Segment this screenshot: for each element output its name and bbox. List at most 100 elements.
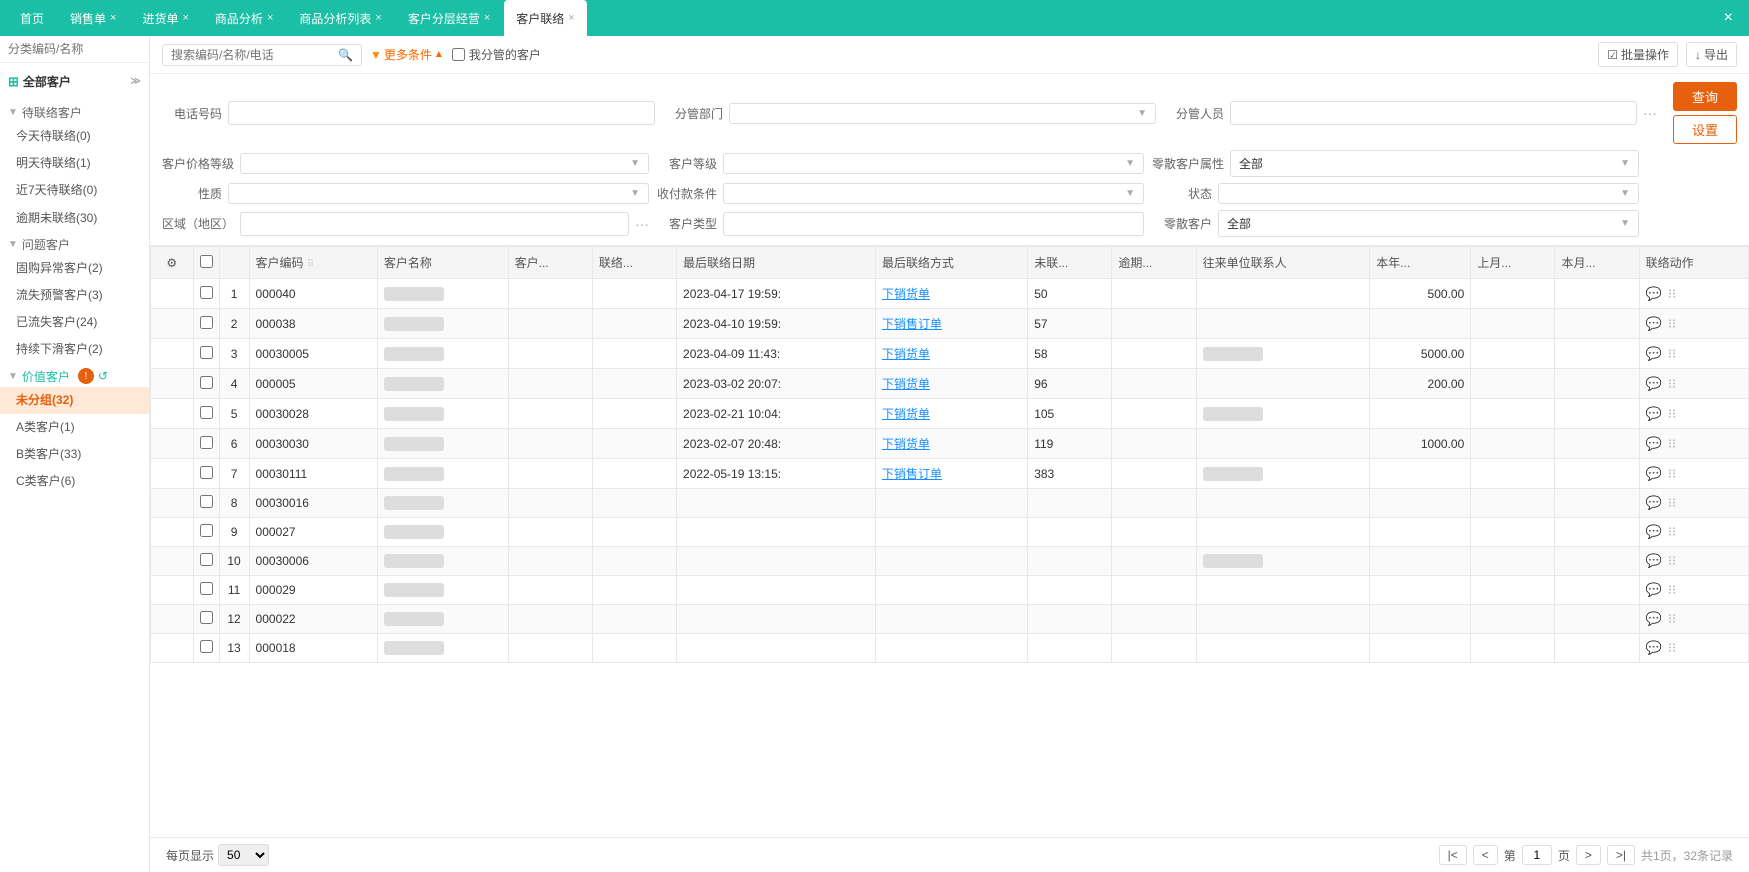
col-this-year[interactable]: 本年... [1370, 247, 1471, 279]
grid-action-icon[interactable]: ⁝⁝ [1668, 640, 1676, 656]
row-checkbox[interactable] [200, 406, 213, 419]
col-last-contact-method[interactable]: 最后联络方式 [875, 247, 1027, 279]
message-action-icon[interactable]: 💬 [1646, 553, 1662, 569]
contact-method-link[interactable]: 下销货单 [882, 407, 930, 421]
price-grade-select[interactable]: ▼ [240, 153, 649, 174]
message-action-icon[interactable]: 💬 [1646, 406, 1662, 422]
tab-home[interactable]: 首页 [8, 0, 56, 36]
grid-action-icon[interactable]: ⁝⁝ [1668, 346, 1676, 362]
pending-contact-label[interactable]: ▼ 待联络客户 [0, 100, 149, 123]
row-checkbox[interactable] [200, 582, 213, 595]
tab-customer-contact[interactable]: 客户联络 × [504, 0, 586, 36]
tab-sales[interactable]: 销售单 × [58, 0, 128, 36]
sidebar-item-churn-warning[interactable]: 流失预警客户(3) [0, 282, 149, 309]
more-conditions-btn[interactable]: ▼ 更多条件 ▲ [370, 46, 444, 63]
close-customer-contact-tab[interactable]: × [568, 12, 574, 24]
grid-action-icon[interactable]: ⁝⁝ [1668, 436, 1676, 452]
grid-action-icon[interactable]: ⁝⁝ [1668, 611, 1676, 627]
col-settings[interactable]: ⚙ [151, 247, 194, 279]
close-purchase-tab[interactable]: × [182, 12, 188, 24]
sidebar-item-today-pending[interactable]: 今天待联络(0) [0, 123, 149, 150]
row-checkbox[interactable] [200, 611, 213, 624]
retail-customer-select[interactable]: 全部 ▼ [1218, 210, 1639, 237]
payment-terms-select[interactable]: ▼ [723, 183, 1144, 204]
row-checkbox[interactable] [200, 640, 213, 653]
sidebar-item-unassigned[interactable]: 未分组(32) [0, 387, 149, 414]
tab-product-analysis[interactable]: 商品分析 × [203, 0, 285, 36]
message-action-icon[interactable]: 💬 [1646, 286, 1662, 302]
col-last-month[interactable]: 上月... [1471, 247, 1555, 279]
tab-customer-segment[interactable]: 客户分层经营 × [396, 0, 502, 36]
grid-action-icon[interactable]: ⁝⁝ [1668, 582, 1676, 598]
close-product-analysis-list-tab[interactable]: × [375, 12, 381, 24]
col-unit-contact[interactable]: 往来单位联系人 [1196, 247, 1370, 279]
contact-method-link[interactable]: 下销货单 [882, 287, 930, 301]
row-checkbox[interactable] [200, 346, 213, 359]
sidebar-item-churned[interactable]: 已流失客户(24) [0, 309, 149, 336]
sidebar-item-class-b[interactable]: B类客户(33) [0, 441, 149, 468]
grid-action-icon[interactable]: ⁝⁝ [1668, 553, 1676, 569]
contact-method-link[interactable]: 下销货单 [882, 377, 930, 391]
row-checkbox[interactable] [200, 524, 213, 537]
sidebar-item-class-a[interactable]: A类客户(1) [0, 414, 149, 441]
message-action-icon[interactable]: 💬 [1646, 582, 1662, 598]
page-size-select[interactable]: 50 20 100 [218, 844, 269, 866]
col-no-contact[interactable]: 未联... [1028, 247, 1112, 279]
contact-method-link[interactable]: 下销货单 [882, 437, 930, 451]
value-customer-label[interactable]: ▼ 价值客户 ! ↺ [0, 364, 149, 387]
row-checkbox[interactable] [200, 466, 213, 479]
grid-action-icon[interactable]: ⁝⁝ [1668, 316, 1676, 332]
message-action-icon[interactable]: 💬 [1646, 436, 1662, 452]
col-customer-code[interactable]: 客户编码 ⠿ [249, 247, 377, 279]
message-action-icon[interactable]: 💬 [1646, 316, 1662, 332]
row-checkbox[interactable] [200, 316, 213, 329]
status-select[interactable]: ▼ [1218, 183, 1639, 204]
my-customers-checkbox[interactable]: 我分管的客户 [452, 46, 541, 63]
col-this-month[interactable]: 本月... [1555, 247, 1639, 279]
row-checkbox[interactable] [200, 376, 213, 389]
nature-select[interactable]: ▼ [228, 183, 649, 204]
dept-select[interactable]: ▼ [729, 103, 1156, 124]
row-checkbox[interactable] [200, 286, 213, 299]
batch-op-button[interactable]: ☑ 批量操作 [1598, 42, 1678, 67]
sidebar-item-declining[interactable]: 持续下滑客户(2) [0, 336, 149, 363]
grid-action-icon[interactable]: ⁝⁝ [1668, 406, 1676, 422]
message-action-icon[interactable]: 💬 [1646, 611, 1662, 627]
sidebar-item-7day-pending[interactable]: 近7天待联络(0) [0, 177, 149, 204]
sidebar-item-class-c[interactable]: C类客户(6) [0, 468, 149, 495]
first-page-btn[interactable]: |< [1439, 845, 1467, 865]
manager-input[interactable] [1230, 101, 1637, 125]
message-action-icon[interactable]: 💬 [1646, 524, 1662, 540]
select-all-checkbox[interactable] [200, 255, 213, 268]
row-checkbox[interactable] [200, 553, 213, 566]
message-action-icon[interactable]: 💬 [1646, 466, 1662, 482]
message-action-icon[interactable]: 💬 [1646, 495, 1662, 511]
sidebar-search-input[interactable] [8, 42, 150, 56]
col-contact-action[interactable]: 联络动作 [1639, 247, 1748, 279]
close-customer-segment-tab[interactable]: × [484, 12, 490, 24]
customer-type-input[interactable] [723, 212, 1144, 236]
region-more-icon[interactable]: ··· [635, 216, 649, 232]
main-search-icon[interactable]: 🔍 [338, 48, 353, 62]
col-last-contact-date[interactable]: 最后联络日期 [677, 247, 876, 279]
message-action-icon[interactable]: 💬 [1646, 376, 1662, 392]
query-button[interactable]: 查询 [1673, 82, 1737, 111]
row-checkbox[interactable] [200, 495, 213, 508]
col-overdue[interactable]: 逾期... [1112, 247, 1196, 279]
tab-purchase[interactable]: 进货单 × [130, 0, 200, 36]
all-customers-header[interactable]: ⊞ 全部客户 ≫ [0, 67, 149, 96]
grid-action-icon[interactable]: ⁝⁝ [1668, 376, 1676, 392]
row-checkbox[interactable] [200, 436, 213, 449]
last-page-btn[interactable]: >| [1607, 845, 1635, 865]
tab-product-analysis-list[interactable]: 商品分析列表 × [287, 0, 393, 36]
main-search-input[interactable] [171, 48, 334, 62]
contact-method-link[interactable]: 下销售订单 [882, 467, 942, 481]
close-product-analysis-tab[interactable]: × [267, 12, 273, 24]
manager-more-icon[interactable]: ··· [1643, 105, 1657, 121]
sidebar-item-tomorrow-pending[interactable]: 明天待联络(1) [0, 150, 149, 177]
col-contact[interactable]: 联络... [592, 247, 676, 279]
region-input[interactable] [240, 212, 629, 236]
contact-method-link[interactable]: 下销售订单 [882, 317, 942, 331]
problem-customer-label[interactable]: ▼ 问题客户 [0, 232, 149, 255]
contact-method-link[interactable]: 下销货单 [882, 347, 930, 361]
